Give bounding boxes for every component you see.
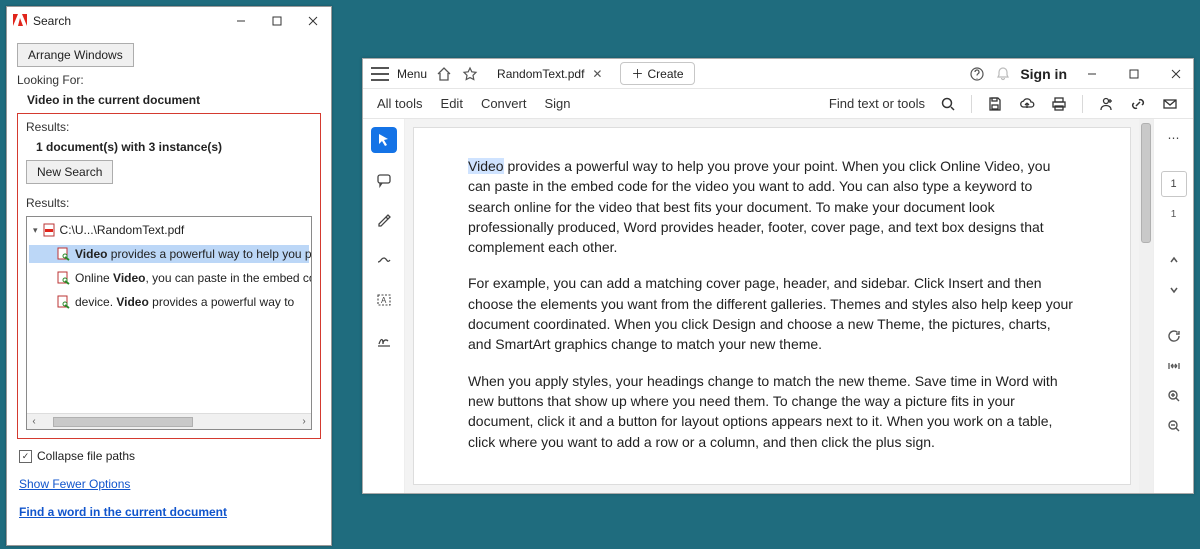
find-word-link[interactable]: Find a word in the current document <box>19 505 227 519</box>
paragraph: For example, you can add a matching cove… <box>468 273 1076 354</box>
all-tools-button[interactable]: All tools <box>377 96 423 111</box>
results-label: Results: <box>26 120 312 134</box>
looking-for-value: Video in the current document <box>17 93 321 107</box>
document-page[interactable]: Video provides a powerful way to help yo… <box>413 127 1131 485</box>
result-item[interactable]: Video provides a powerful way to help yo… <box>29 245 309 263</box>
paragraph: When you apply styles, your headings cha… <box>468 371 1076 452</box>
result-item-text: Online Video, you can paste in the embed… <box>75 271 312 285</box>
search-highlight: Video <box>468 158 504 174</box>
results-header: Results: <box>26 196 312 210</box>
create-button[interactable]: ＋ Create <box>620 62 694 85</box>
pdf-file-icon <box>42 223 56 237</box>
print-icon[interactable] <box>1050 95 1068 113</box>
left-toolbar: A <box>363 119 405 493</box>
share-user-icon[interactable] <box>1097 95 1115 113</box>
adobe-logo-icon <box>13 14 27 28</box>
result-file-row[interactable]: ▾ C:\U...\RandomText.pdf <box>29 221 309 239</box>
home-icon[interactable] <box>435 65 453 83</box>
page-area: Video provides a powerful way to help yo… <box>405 119 1153 493</box>
pdf-hit-icon <box>57 295 71 309</box>
cloud-upload-icon[interactable] <box>1018 95 1036 113</box>
collapse-paths-checkbox[interactable]: ✓ Collapse file paths <box>17 445 321 467</box>
signature-tool-icon[interactable] <box>371 327 397 353</box>
result-file-path: C:\U...\RandomText.pdf <box>60 223 185 237</box>
document-tab[interactable]: RandomText.pdf ✕ <box>487 63 612 85</box>
fit-width-icon[interactable] <box>1161 353 1187 379</box>
collapse-paths-label: Collapse file paths <box>37 449 135 463</box>
tab-label: RandomText.pdf <box>497 67 584 81</box>
bell-icon[interactable] <box>994 65 1012 83</box>
comment-tool-icon[interactable] <box>371 167 397 193</box>
search-window-title: Search <box>33 14 217 28</box>
page-up-icon[interactable] <box>1161 247 1187 273</box>
svg-text:A: A <box>381 296 387 305</box>
tab-close-icon[interactable]: ✕ <box>592 67 602 81</box>
zoom-in-icon[interactable] <box>1161 383 1187 409</box>
page-down-icon[interactable] <box>1161 277 1187 303</box>
text-box-tool-icon[interactable]: A <box>371 287 397 313</box>
sign-button[interactable]: Sign <box>544 96 570 111</box>
scroll-left-icon[interactable]: ‹ <box>27 416 41 427</box>
result-item-text: device. Video provides a powerful way to <box>75 295 294 309</box>
search-titlebar: Search <box>7 7 331 35</box>
paragraph: Video provides a powerful way to help yo… <box>468 156 1076 257</box>
maximize-button[interactable] <box>1117 59 1151 88</box>
search-window: Search Arrange Windows Looking For: Vide… <box>6 6 332 546</box>
results-list[interactable]: ▾ C:\U...\RandomText.pdf Video provides … <box>26 216 312 430</box>
checkbox-icon[interactable]: ✓ <box>19 450 32 463</box>
highlight-tool-icon[interactable] <box>371 207 397 233</box>
rotate-icon[interactable] <box>1161 323 1187 349</box>
menu-button[interactable] <box>371 65 389 83</box>
search-icon[interactable] <box>939 95 957 113</box>
more-icon[interactable]: ⋯ <box>1161 125 1187 151</box>
minimize-button[interactable] <box>223 7 259 35</box>
result-item[interactable]: Online Video, you can paste in the embed… <box>29 269 309 287</box>
page-count: 1 <box>1161 201 1187 227</box>
v-scrollbar[interactable] <box>1139 119 1153 493</box>
draw-tool-icon[interactable] <box>371 247 397 273</box>
pdf-hit-icon <box>57 247 71 261</box>
page-number-input[interactable]: 1 <box>1161 171 1187 197</box>
results-h-scrollbar[interactable]: ‹ › <box>27 413 311 429</box>
help-icon[interactable] <box>968 65 986 83</box>
convert-button[interactable]: Convert <box>481 96 527 111</box>
result-item[interactable]: device. Video provides a powerful way to <box>29 293 309 311</box>
new-search-button[interactable]: New Search <box>26 160 113 184</box>
close-button[interactable] <box>1159 59 1193 88</box>
results-summary-box: Results: 1 document(s) with 3 instance(s… <box>17 113 321 439</box>
plus-icon: ＋ <box>631 65 643 82</box>
show-fewer-options-link[interactable]: Show Fewer Options <box>19 477 130 491</box>
menu-label[interactable]: Menu <box>397 67 427 81</box>
arrange-windows-button[interactable]: Arrange Windows <box>17 43 134 67</box>
results-summary: 1 document(s) with 3 instance(s) <box>26 140 312 154</box>
close-button[interactable] <box>295 7 331 35</box>
looking-for-label: Looking For: <box>17 73 321 87</box>
scroll-thumb[interactable] <box>1141 123 1151 243</box>
maximize-button[interactable] <box>259 7 295 35</box>
minimize-button[interactable] <box>1075 59 1109 88</box>
collapse-icon[interactable]: ▾ <box>33 225 38 236</box>
result-item-text: Video provides a powerful way to help yo… <box>75 247 312 261</box>
right-toolbar: ⋯ 1 1 <box>1153 119 1193 493</box>
signin-button[interactable]: Sign in <box>1020 66 1067 82</box>
pdf-hit-icon <box>57 271 71 285</box>
acrobat-titlebar: Menu RandomText.pdf ✕ ＋ Create Sign in <box>363 59 1193 89</box>
mail-icon[interactable] <box>1161 95 1179 113</box>
find-text-label[interactable]: Find text or tools <box>829 96 925 111</box>
save-icon[interactable] <box>986 95 1004 113</box>
star-icon[interactable] <box>461 65 479 83</box>
scroll-right-icon[interactable]: › <box>297 416 311 427</box>
link-icon[interactable] <box>1129 95 1147 113</box>
acrobat-toolbar: All tools Edit Convert Sign Find text or… <box>363 89 1193 119</box>
selection-tool-icon[interactable] <box>371 127 397 153</box>
acrobat-window: Menu RandomText.pdf ✕ ＋ Create Sign in A… <box>362 58 1194 494</box>
edit-button[interactable]: Edit <box>441 96 463 111</box>
scroll-thumb[interactable] <box>53 417 193 427</box>
zoom-out-icon[interactable] <box>1161 413 1187 439</box>
